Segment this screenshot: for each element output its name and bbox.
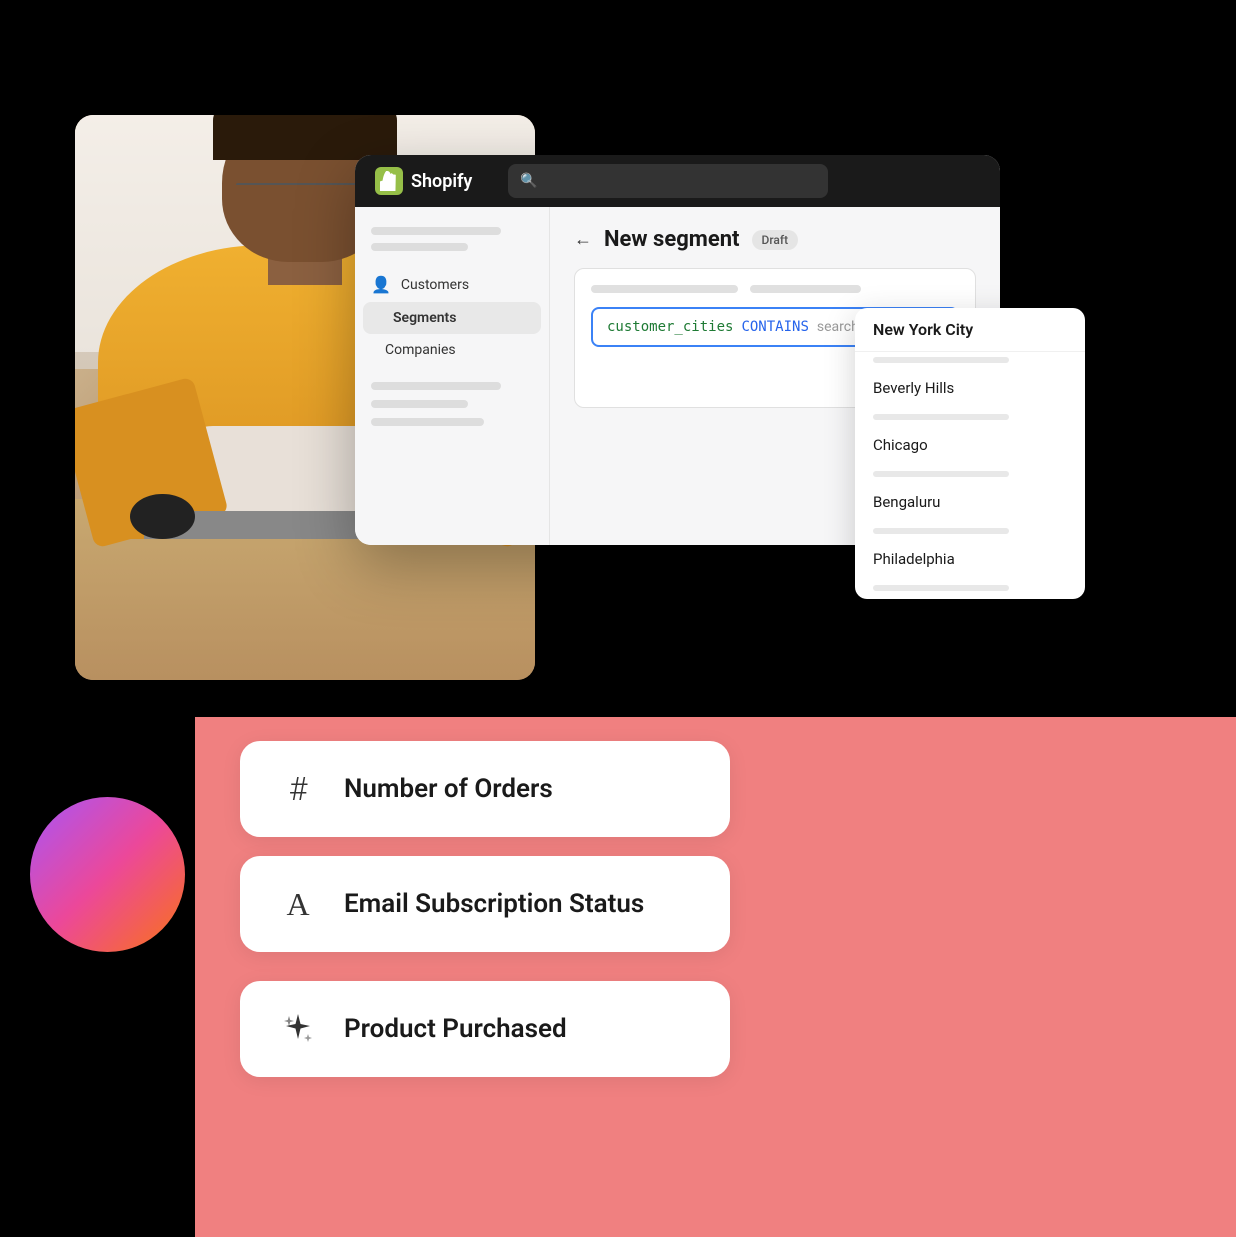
city-sub-line-1: [873, 357, 1009, 363]
number-of-orders-card-wrapper: # Number of Orders: [240, 741, 730, 837]
editor-keyword: customer_cities: [607, 319, 733, 335]
email-subscription-card[interactable]: A Email Subscription Status: [240, 856, 730, 952]
city-item-chicago[interactable]: Chicago: [855, 424, 1085, 466]
editor-operator: CONTAINS: [741, 319, 808, 335]
sparkle-icon: [272, 1003, 324, 1055]
city-sub-line-5: [873, 585, 1009, 591]
city-item-philadelphia[interactable]: Philadelphia: [855, 538, 1085, 580]
product-purchased-label: Product Purchased: [344, 1014, 567, 1044]
editor-top-lines: [591, 285, 959, 293]
sidebar-item-customers[interactable]: 👤 Customers: [355, 267, 549, 302]
number-of-orders-label: Number of Orders: [344, 774, 553, 804]
person-icon: 👤: [371, 275, 391, 294]
back-arrow-icon[interactable]: ←: [574, 229, 592, 250]
city-sub-line-4: [873, 528, 1009, 534]
sidebar-item-companies[interactable]: Companies: [355, 334, 549, 366]
city-dropdown: New York City Beverly Hills Chicago Beng…: [855, 308, 1085, 599]
shopify-topbar: Shopify 🔍: [355, 155, 1000, 207]
gradient-circle: [30, 797, 185, 952]
product-purchased-card[interactable]: Product Purchased: [240, 981, 730, 1077]
city-sub-line-2: [873, 414, 1009, 420]
sidebar-top-placeholders: [355, 227, 549, 251]
search-icon: 🔍: [520, 173, 537, 189]
shopify-logo-icon: [375, 167, 403, 195]
city-sub-line-3: [873, 471, 1009, 477]
city-item-bengaluru[interactable]: Bengaluru: [855, 481, 1085, 523]
city-item-new-york[interactable]: New York City: [855, 308, 1085, 352]
letter-a-icon: A: [272, 878, 324, 930]
shopify-search-bar[interactable]: 🔍: [508, 164, 828, 198]
sidebar-companies-label: Companies: [385, 342, 456, 358]
number-of-orders-card[interactable]: # Number of Orders: [240, 741, 730, 837]
sidebar-segments-label: Segments: [393, 310, 456, 326]
segment-title: New segment: [604, 227, 740, 252]
product-purchased-card-wrapper: Product Purchased: [240, 981, 730, 1077]
sidebar-customers-label: Customers: [401, 277, 469, 293]
segment-header: ← New segment Draft: [574, 227, 976, 252]
email-subscription-card-wrapper: A Email Subscription Status: [240, 856, 730, 952]
sidebar-item-segments[interactable]: Segments: [363, 302, 541, 334]
email-subscription-label: Email Subscription Status: [344, 889, 644, 919]
shopify-sidebar: 👤 Customers Segments Companies: [355, 207, 550, 545]
hash-icon: #: [272, 763, 324, 815]
draft-badge: Draft: [752, 230, 799, 250]
shopify-logo-text: Shopify: [411, 171, 472, 192]
shopify-logo: Shopify: [375, 167, 472, 195]
city-item-beverly-hills[interactable]: Beverly Hills: [855, 367, 1085, 409]
sidebar-bottom-placeholders: [355, 366, 549, 426]
